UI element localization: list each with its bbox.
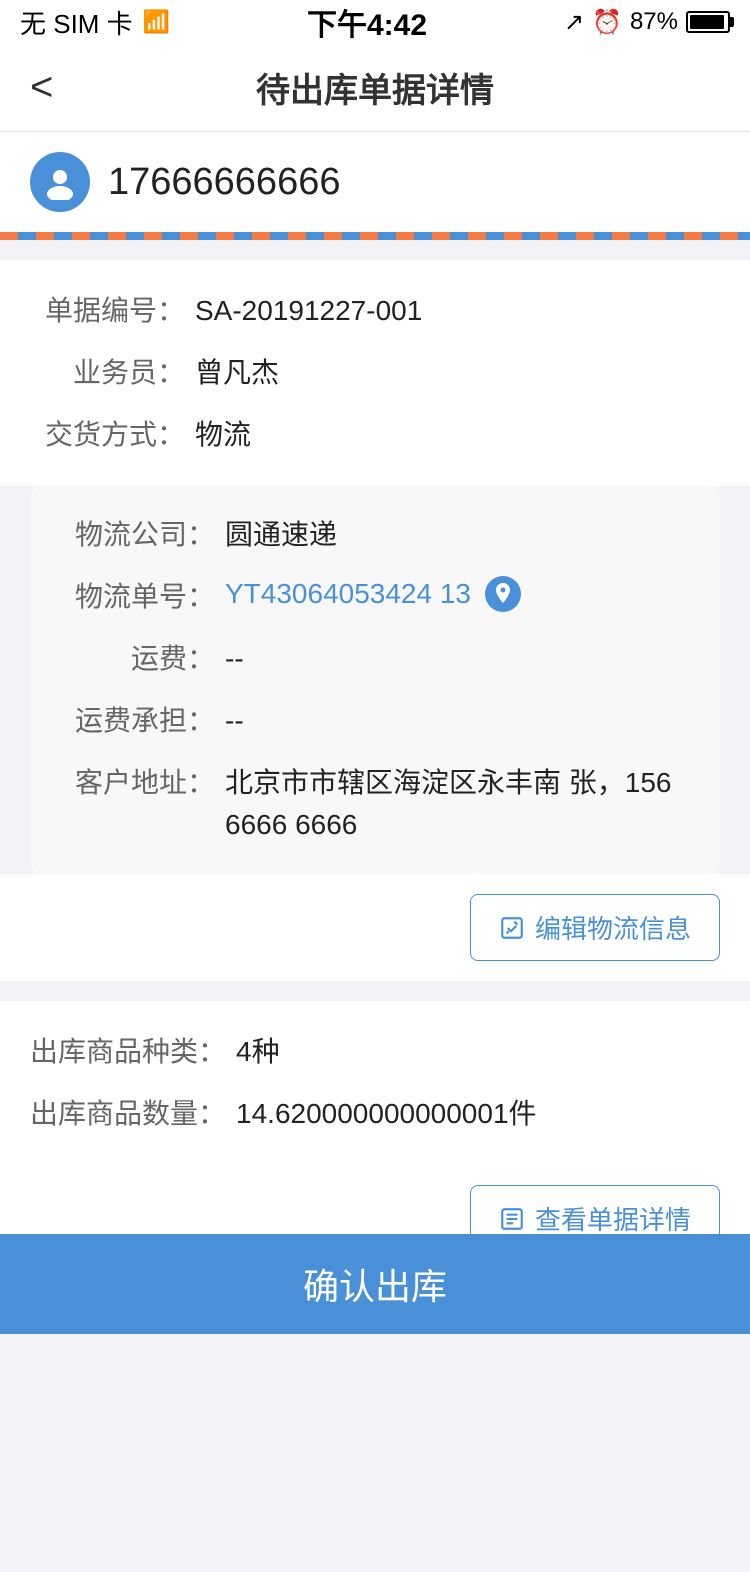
- sales-person-value: 曾凡杰: [195, 352, 720, 394]
- confirm-button[interactable]: 确认出库: [0, 1234, 750, 1334]
- confirm-button-label: 确认出库: [303, 1258, 447, 1310]
- address-row: 客户地址： 北京市市辖区海淀区永丰南 张，156 6666 6666: [60, 762, 690, 846]
- tracking-no-label: 物流单号：: [60, 576, 215, 618]
- carrier-text: 无 SIM 卡: [20, 4, 133, 41]
- customer-header: 17666666666: [0, 132, 750, 232]
- freight-row: 运费： --: [60, 638, 690, 680]
- freight-bearer-label: 运费承担：: [60, 700, 215, 742]
- goods-quantity-label: 出库商品数量：: [30, 1093, 226, 1135]
- logistics-company-value: 圆通速递: [225, 514, 690, 556]
- goods-quantity-value: 14.620000000000001件: [236, 1093, 720, 1135]
- tracking-no-text: YT43064053424 13: [225, 578, 471, 610]
- goods-types-row: 出库商品种类： 4种: [30, 1031, 720, 1073]
- view-details-label: 查看单据详情: [535, 1200, 691, 1237]
- section-divider-1: [0, 981, 750, 1001]
- document-info-section: 单据编号： SA-20191227-001 业务员： 曾凡杰 交货方式： 物流: [0, 260, 750, 486]
- goods-types-value: 4种: [236, 1031, 720, 1073]
- battery-icon: [686, 11, 730, 33]
- goods-info-section: 出库商品种类： 4种 出库商品数量： 14.620000000000001件: [0, 1001, 750, 1165]
- status-left: 无 SIM 卡 📶: [20, 4, 170, 41]
- page-title: 待出库单据详情: [256, 63, 494, 112]
- document-no-label: 单据编号：: [30, 290, 185, 332]
- edit-logistics-label: 编辑物流信息: [535, 909, 691, 946]
- document-no-row: 单据编号： SA-20191227-001: [30, 290, 720, 332]
- freight-label: 运费：: [60, 638, 215, 680]
- address-label: 客户地址：: [60, 762, 215, 804]
- customer-phone: 17666666666: [108, 161, 340, 204]
- wifi-icon: 📶: [143, 9, 170, 35]
- alarm-icon: ⏰: [592, 8, 622, 37]
- delivery-method-value: 物流: [195, 414, 720, 456]
- goods-types-label: 出库商品种类：: [30, 1031, 226, 1073]
- logistics-company-row: 物流公司： 圆通速递: [60, 514, 690, 556]
- sales-person-label: 业务员：: [30, 352, 185, 394]
- status-time: 下午4:42: [307, 0, 427, 44]
- freight-bearer-value: --: [225, 700, 690, 742]
- tracking-no-row: 物流单号： YT43064053424 13: [60, 576, 690, 618]
- location-icon[interactable]: [485, 576, 521, 612]
- delivery-method-row: 交货方式： 物流: [30, 414, 720, 456]
- battery-text: 87%: [630, 8, 678, 36]
- edit-logistics-button[interactable]: 编辑物流信息: [470, 894, 720, 961]
- logistics-company-label: 物流公司：: [60, 514, 215, 556]
- delivery-method-label: 交货方式：: [30, 414, 185, 456]
- freight-value: --: [225, 638, 690, 680]
- avatar: [30, 152, 90, 212]
- goods-quantity-row: 出库商品数量： 14.620000000000001件: [30, 1093, 720, 1135]
- dashed-divider: [0, 232, 750, 240]
- address-value: 北京市市辖区海淀区永丰南 张，156 6666 6666: [225, 762, 690, 846]
- status-right: ↗ ⏰ 87%: [564, 8, 730, 37]
- nav-bar: < 待出库单据详情: [0, 44, 750, 132]
- freight-bearer-row: 运费承担： --: [60, 700, 690, 742]
- logistics-card: 物流公司： 圆通速递 物流单号： YT43064053424 13 运费： --…: [30, 486, 720, 874]
- document-no-value: SA-20191227-001: [195, 290, 720, 332]
- tracking-no-value-group: YT43064053424 13: [225, 576, 521, 612]
- location-status-icon: ↗: [564, 8, 584, 37]
- edit-logistics-section: 编辑物流信息: [0, 874, 750, 981]
- back-button[interactable]: <: [30, 65, 53, 110]
- status-bar: 无 SIM 卡 📶 下午4:42 ↗ ⏰ 87%: [0, 0, 750, 44]
- sales-person-row: 业务员： 曾凡杰: [30, 352, 720, 394]
